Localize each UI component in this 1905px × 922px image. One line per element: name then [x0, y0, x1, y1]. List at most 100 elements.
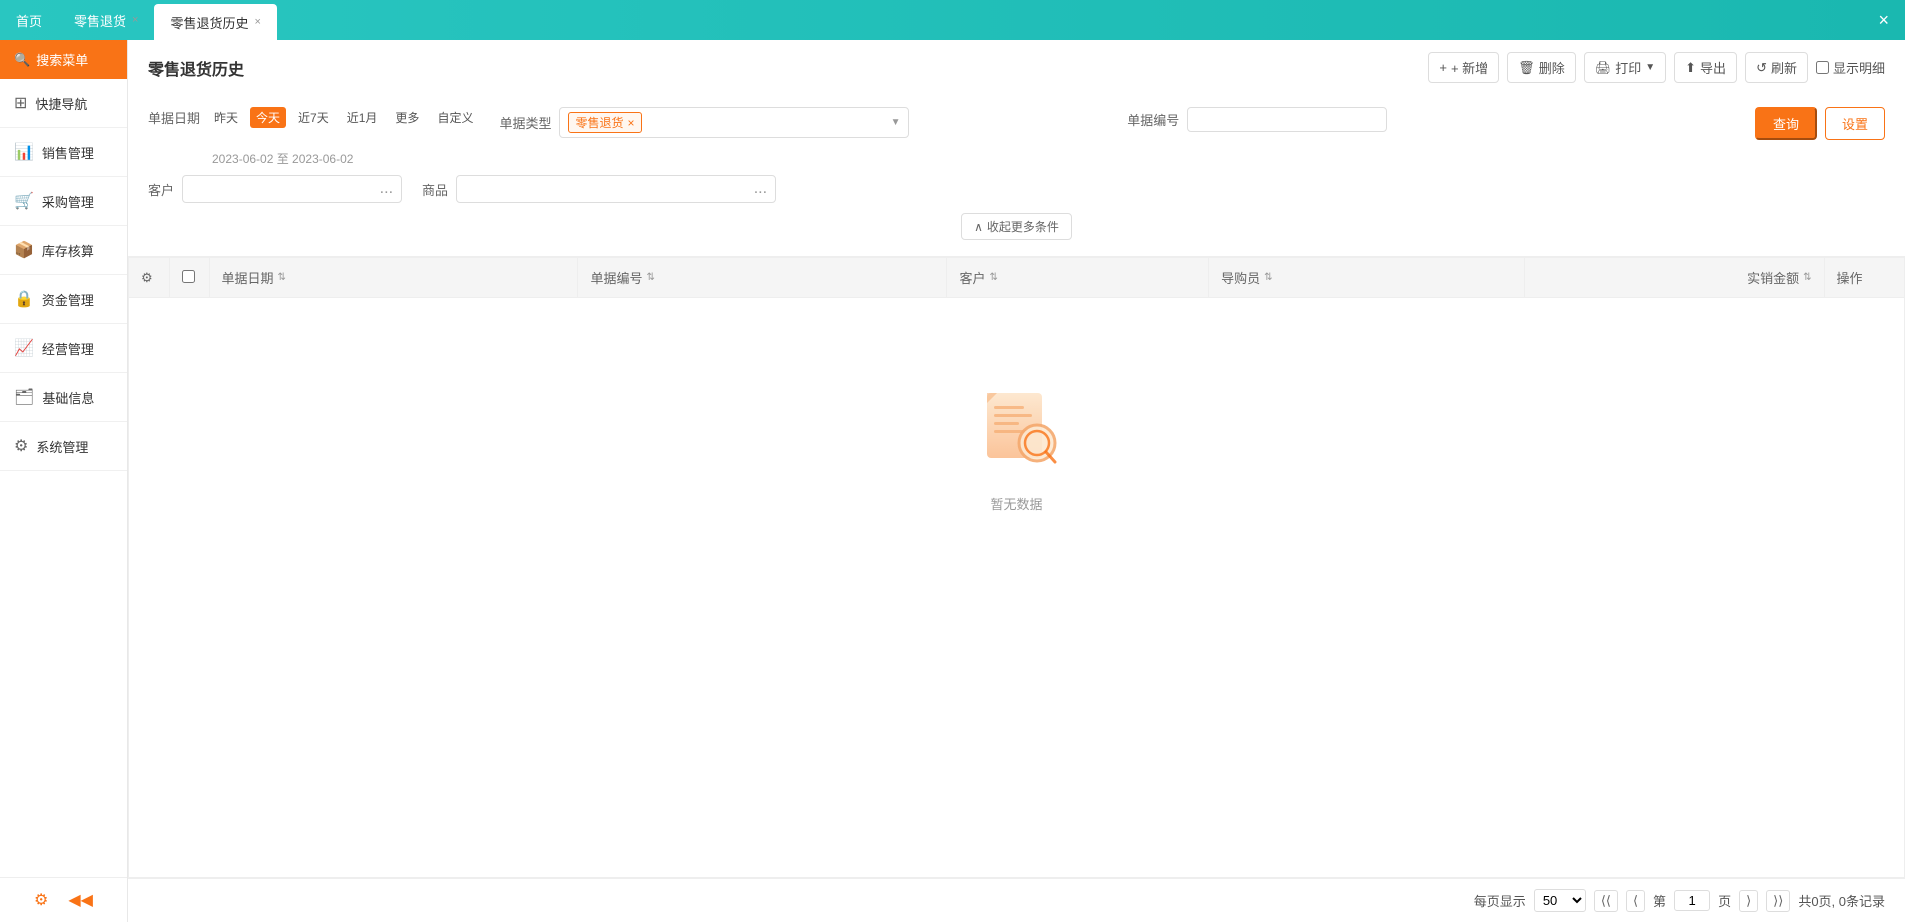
add-button[interactable]: + + 新增: [1428, 52, 1499, 83]
page-header: 零售退货历史 + + 新增 🗑 删除 🖨 打印 ▼: [128, 40, 1905, 257]
table-container: ⚙ 单据日期 ⇅ 单据编号: [128, 257, 1905, 878]
print-chevron-icon: ▼: [1645, 62, 1655, 73]
print-button[interactable]: 🖨 打印 ▼: [1584, 52, 1666, 83]
select-all-checkbox[interactable]: [182, 270, 195, 283]
first-page-button[interactable]: ⟨⟨: [1594, 890, 1618, 912]
tab-close-history[interactable]: ×: [254, 16, 260, 28]
tab-retail-return[interactable]: 零售退货 ×: [58, 0, 154, 40]
page-title: 零售退货历史: [148, 56, 244, 80]
filter-date: 单据日期 昨天 今天 近7天 近1月 更多 自定义: [148, 107, 479, 128]
show-details-checkbox[interactable]: 显示明细: [1816, 58, 1885, 77]
query-btns: 查询 设置: [1755, 107, 1885, 140]
voucher-no-input[interactable]: [1187, 107, 1387, 132]
export-button[interactable]: ⬆ 导出: [1674, 52, 1737, 83]
sidebar-nav: ⊞ 快捷导航 📊 销售管理 🛒 采购管理 📦 库存核算 🔒 资金管理 📈: [0, 79, 127, 877]
sort-guide[interactable]: 导购员 ⇅: [1221, 268, 1511, 287]
goods-input[interactable]: ...: [456, 175, 776, 203]
sidebar-item-sales-mgmt[interactable]: 📊 销售管理: [0, 128, 127, 177]
sidebar-settings-btn[interactable]: ⚙: [34, 890, 48, 910]
sort-voucher-date[interactable]: 单据日期 ⇅: [222, 268, 566, 287]
th-voucher-no: 单据编号 ⇅: [578, 258, 947, 298]
date-btn-1month[interactable]: 近1月: [341, 107, 384, 128]
prev-page-button[interactable]: ⟨: [1626, 890, 1645, 912]
date-btn-more[interactable]: 更多: [389, 107, 425, 128]
filter-voucher-type: 单据类型 零售退货 × ▼: [499, 107, 1107, 138]
sort-guide-icon: ⇅: [1264, 272, 1272, 283]
search-icon: 🔍: [14, 52, 30, 68]
th-settings: ⚙: [129, 258, 169, 298]
window-close-button[interactable]: ×: [1862, 10, 1905, 31]
collapse-button[interactable]: ∧ 收起更多条件: [961, 213, 1072, 240]
main-layout: 🔍 搜索菜单 ⊞ 快捷导航 📊 销售管理 🛒 采购管理 📦 库存核算 🔒: [0, 40, 1905, 922]
filter-goods: 商品 ...: [422, 175, 776, 203]
inventory-icon: 📦: [14, 240, 34, 260]
print-icon: 🖨: [1595, 60, 1612, 76]
sort-date-icon: ⇅: [278, 272, 286, 283]
last-page-button[interactable]: ⟩⟩: [1766, 890, 1790, 912]
empty-text: 暂无数据: [990, 494, 1042, 513]
sort-actual-amount[interactable]: 实销金额 ⇅: [1537, 268, 1812, 287]
sort-voucher-no[interactable]: 单据编号 ⇅: [590, 268, 934, 287]
sales-icon: 📊: [14, 142, 34, 162]
column-settings-icon[interactable]: ⚙: [141, 270, 153, 285]
sort-customer-icon: ⇅: [989, 272, 997, 283]
next-page-button[interactable]: ⟩: [1739, 890, 1758, 912]
filter-customer: 客户 ...: [148, 175, 402, 203]
date-btn-today[interactable]: 今天: [250, 107, 286, 128]
show-details-input[interactable]: [1816, 61, 1829, 74]
th-actual-amount: 实销金额 ⇅: [1524, 258, 1824, 298]
per-page-select[interactable]: 20 50 100: [1534, 889, 1586, 912]
th-voucher-date: 单据日期 ⇅: [209, 258, 578, 298]
query-button[interactable]: 查询: [1755, 107, 1817, 140]
tab-close-retail-return[interactable]: ×: [132, 14, 138, 26]
sidebar-bottom: ⚙ ◀◀: [0, 877, 127, 922]
voucher-type-select[interactable]: 零售退货 × ▼: [559, 107, 909, 138]
voucher-type-tag: 零售退货 ×: [568, 112, 641, 133]
customer-dots-icon: ...: [380, 180, 393, 198]
purchase-icon: 🛒: [14, 191, 34, 211]
customer-input[interactable]: ...: [182, 175, 402, 203]
date-btn-custom[interactable]: 自定义: [431, 107, 479, 128]
page-title-row: 零售退货历史 + + 新增 🗑 删除 🖨 打印 ▼: [148, 52, 1885, 83]
sort-customer[interactable]: 客户 ⇅: [959, 268, 1196, 287]
operations-icon: 📈: [14, 338, 34, 358]
finance-icon: 🔒: [14, 289, 34, 309]
date-btn-yesterday[interactable]: 昨天: [208, 107, 244, 128]
collapse-icon: ∧: [974, 220, 983, 234]
sidebar-search[interactable]: 🔍 搜索菜单: [0, 40, 127, 79]
data-table: ⚙ 单据日期 ⇅ 单据编号: [129, 258, 1904, 593]
tab-list: 首页 零售退货 × 零售退货历史 ×: [0, 0, 1862, 40]
sidebar-item-inventory[interactable]: 📦 库存核算: [0, 226, 127, 275]
export-icon: ⬆: [1685, 60, 1696, 76]
top-bar: 首页 零售退货 × 零售退货历史 × ×: [0, 0, 1905, 40]
sidebar-item-basic-info[interactable]: 🗂 基础信息: [0, 373, 127, 422]
refresh-button[interactable]: ↺ 刷新: [1745, 52, 1808, 83]
tab-retail-return-history[interactable]: 零售退货历史 ×: [154, 4, 276, 40]
tag-close-icon[interactable]: ×: [627, 116, 634, 130]
empty-state-row: 暂无数据: [129, 298, 1904, 594]
date-options: 昨天 今天 近7天 近1月 更多 自定义: [208, 107, 479, 128]
empty-illustration: [967, 378, 1067, 478]
empty-state: 暂无数据: [129, 298, 1904, 593]
total-records: 共0页, 0条记录: [1798, 891, 1885, 910]
refresh-icon: ↺: [1756, 60, 1767, 76]
system-icon: ⚙: [14, 436, 28, 456]
page-number-input[interactable]: [1674, 890, 1710, 911]
sidebar-item-purchase-mgmt[interactable]: 🛒 采购管理: [0, 177, 127, 226]
sidebar-audio-btn[interactable]: ◀◀: [68, 890, 93, 910]
delete-button[interactable]: 🗑 删除: [1507, 52, 1576, 83]
sidebar-item-quick-nav[interactable]: ⊞ 快捷导航: [0, 79, 127, 128]
sidebar-item-operations[interactable]: 📈 经营管理: [0, 324, 127, 373]
sidebar-item-system-mgmt[interactable]: ⚙ 系统管理: [0, 422, 127, 471]
th-checkbox: [169, 258, 209, 298]
sidebar-item-finance[interactable]: 🔒 资金管理: [0, 275, 127, 324]
delete-icon: 🗑: [1518, 60, 1535, 76]
tab-home[interactable]: 首页: [0, 0, 58, 40]
table-header-row: ⚙ 单据日期 ⇅ 单据编号: [129, 258, 1904, 298]
th-action: 操作: [1824, 258, 1904, 298]
date-btn-7days[interactable]: 近7天: [292, 107, 335, 128]
date-range-display: 2023-06-02 至 2023-06-02: [212, 150, 1885, 167]
settings-button[interactable]: 设置: [1825, 107, 1885, 140]
add-icon: +: [1439, 60, 1447, 75]
pagination-bar: 每页显示 20 50 100 ⟨⟨ ⟨ 第 页 ⟩ ⟩⟩ 共0页, 0条记录: [128, 878, 1905, 922]
